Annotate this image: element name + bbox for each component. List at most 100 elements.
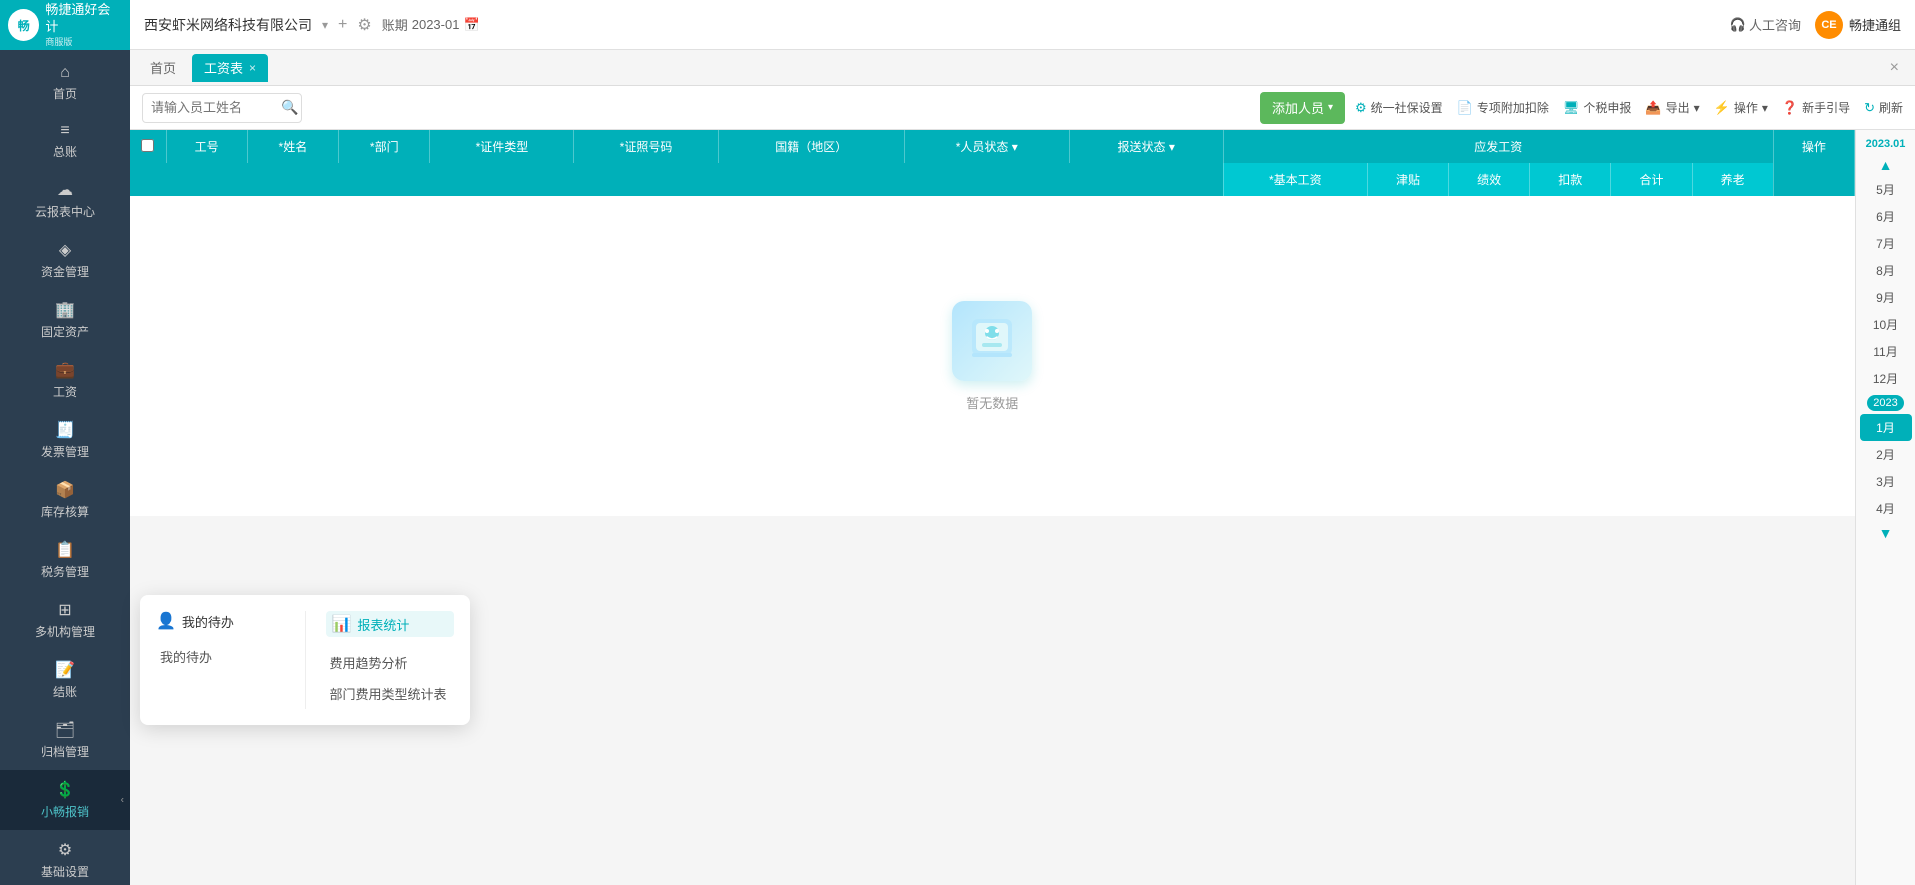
month-item-5[interactable]: 5月 [1860,176,1912,203]
month-panel: 2023.01 ▲ 5月 6月 7月 8月 9月 10月 11月 12月 202… [1855,130,1915,885]
table-header-row: 工号 *姓名 *部门 *证件类型 *证照号码 国籍（地区） *人员状态 ▾ 报送… [130,130,1855,163]
logo-line2: 商服版 [45,35,122,48]
export-arrow: ▾ [1694,101,1700,115]
search-box[interactable]: 🔍 [142,93,302,123]
year-2023-label: 2023 [1867,395,1903,411]
sidebar: 畅 畅捷通好会计 商服版 ⌂ 首页 ≡ 总账 ☁ 云报表中心 ◈ 资金管理 🏢 … [0,0,130,885]
user-menu[interactable]: CE 畅捷通组 [1815,11,1901,39]
period-value: 2023-01 [412,17,460,32]
month-item-9[interactable]: 9月 [1860,284,1912,311]
social-insurance-button[interactable]: ⚙ 统一社保设置 [1355,99,1443,116]
tab-salary-table[interactable]: 工资表 × [192,54,268,82]
checkbox-header[interactable] [130,130,166,163]
service-button[interactable]: 🎧 人工咨询 [1730,15,1801,34]
table-container: 工号 *姓名 *部门 *证件类型 *证照号码 国籍（地区） *人员状态 ▾ 报送… [130,130,1915,885]
sidebar-item-cloud[interactable]: ☁ 云报表中心 [0,170,130,230]
month-panel-header: 2023.01 [1866,134,1906,154]
report-item-dept[interactable]: 部门费用类型统计表 [326,678,455,709]
tab-home-label: 首页 [150,58,176,77]
sidebar-label-settle: 结账 [53,683,77,700]
multiorg-icon: ⊞ [58,600,71,620]
settle-icon: 📝 [55,660,75,680]
sidebar-item-tax[interactable]: 📋 税务管理 [0,530,130,590]
add-person-button[interactable]: 添加人员 ▾ [1260,92,1345,124]
calendar-icon[interactable]: 📅 [463,17,479,33]
logo: 畅 畅捷通好会计 商服版 [0,0,130,50]
popup-col-todo: 👤 我的待办 我的待办 [156,611,285,709]
sidebar-item-inventory[interactable]: 📦 库存核算 [0,470,130,530]
sidebar-item-expense[interactable]: 💲 小畅报销 ‹ [0,770,130,830]
todo-icon: 👤 [156,611,176,631]
popup-divider [305,611,306,709]
tab-close-button[interactable]: × [249,61,256,75]
sidebar-item-basic[interactable]: ⚙ 基础设置 [0,830,130,885]
tax-declare-icon: 🖥 [1563,100,1580,116]
refresh-button[interactable]: ↻ 刷新 [1864,99,1903,116]
expense-icon: 💲 [55,780,75,800]
home-icon: ⌂ [60,64,70,82]
collapse-icon: ‹ [121,795,124,806]
month-down-arrow[interactable]: ▼ [1876,522,1896,544]
sidebar-item-multiorg[interactable]: ⊞ 多机构管理 [0,590,130,650]
sidebar-label-ledger: 总账 [53,143,77,160]
close-all-button[interactable]: × [1882,59,1907,77]
tax-icon: 📋 [55,540,75,560]
sidebar-item-finance[interactable]: ◈ 资金管理 [0,230,130,290]
report-item-trend[interactable]: 费用趋势分析 [326,647,455,678]
add-person-label: 添加人员 [1272,98,1324,117]
main: 西安虾米网络科技有限公司 ▾ + ⚙ 账期 2023-01 📅 🎧 人工咨询 C… [130,0,1915,885]
th-basic-salary: *基本工资 [1223,163,1367,196]
month-item-4[interactable]: 4月 [1860,495,1912,522]
tax-declare-button[interactable]: 🖥 个税申报 [1563,99,1632,116]
operation-arrow: ▾ [1762,101,1768,115]
toolbar: 🔍 添加人员 ▾ ⚙ 统一社保设置 📄 专项附加扣除 🖥 个税申报 📤 导出 ▾ [130,86,1915,130]
select-all-checkbox[interactable] [141,139,154,152]
company-settings-icon[interactable]: ⚙ [357,15,371,35]
empty-state: 暂无数据 [136,241,1849,472]
ledger-icon: ≡ [60,122,69,140]
logo-text-block: 畅捷通好会计 商服版 [45,2,122,49]
tab-home[interactable]: 首页 [138,54,188,82]
sidebar-item-salary[interactable]: 💼 工资 [0,350,130,410]
operation-button[interactable]: ⚡ 操作 ▾ [1714,99,1768,116]
month-item-1[interactable]: 1月 [1860,414,1912,441]
service-label: 人工咨询 [1749,15,1801,34]
invoice-icon: 🧾 [55,420,75,440]
sidebar-item-assets[interactable]: 🏢 固定资产 [0,290,130,350]
sidebar-label-finance: 资金管理 [41,263,89,280]
sidebar-item-settle[interactable]: 📝 结账 [0,650,130,710]
topbar: 西安虾米网络科技有限公司 ▾ + ⚙ 账期 2023-01 📅 🎧 人工咨询 C… [130,0,1915,50]
month-up-arrow[interactable]: ▲ [1876,154,1896,176]
month-item-8[interactable]: 8月 [1860,257,1912,284]
sidebar-item-archive[interactable]: 🗂 归档管理 [0,710,130,770]
company-dropdown-arrow[interactable]: ▾ [322,18,328,32]
search-icon[interactable]: 🔍 [281,99,298,116]
search-input[interactable] [151,100,281,115]
month-item-6[interactable]: 6月 [1860,203,1912,230]
cloud-icon: ☁ [57,180,73,200]
todo-item-my[interactable]: 我的待办 [156,641,285,672]
sidebar-item-invoice[interactable]: 🧾 发票管理 [0,410,130,470]
sidebar-item-home[interactable]: ⌂ 首页 [0,54,130,112]
month-item-11[interactable]: 11月 [1860,338,1912,365]
popup-columns: 👤 我的待办 我的待办 📊 报表统计 费用趋势分析 部门费用类型统计表 [156,611,454,709]
new-guide-icon: ❓ [1782,100,1798,116]
month-item-10[interactable]: 10月 [1860,311,1912,338]
special-deduction-button[interactable]: 📄 专项附加扣除 [1457,99,1549,116]
sidebar-label-cloud: 云报表中心 [35,203,95,220]
month-item-2[interactable]: 2月 [1860,441,1912,468]
month-item-3[interactable]: 3月 [1860,468,1912,495]
th-pension: 养老 [1692,163,1773,196]
special-deduction-label: 专项附加扣除 [1477,99,1549,116]
sidebar-label-expense: 小畅报销 [41,803,89,820]
month-item-12[interactable]: 12月 [1860,365,1912,392]
new-guide-button[interactable]: ❓ 新手引导 [1782,99,1850,116]
sidebar-label-salary: 工资 [53,383,77,400]
add-company-button[interactable]: + [338,16,347,34]
month-item-7[interactable]: 7月 [1860,230,1912,257]
sidebar-item-ledger[interactable]: ≡ 总账 [0,112,130,170]
table-wrapper: 工号 *姓名 *部门 *证件类型 *证照号码 国籍（地区） *人员状态 ▾ 报送… [130,130,1855,885]
export-button[interactable]: 📤 导出 ▾ [1645,99,1699,116]
period-label: 账期 [382,15,408,34]
popup-todo-title: 👤 我的待办 [156,611,285,631]
